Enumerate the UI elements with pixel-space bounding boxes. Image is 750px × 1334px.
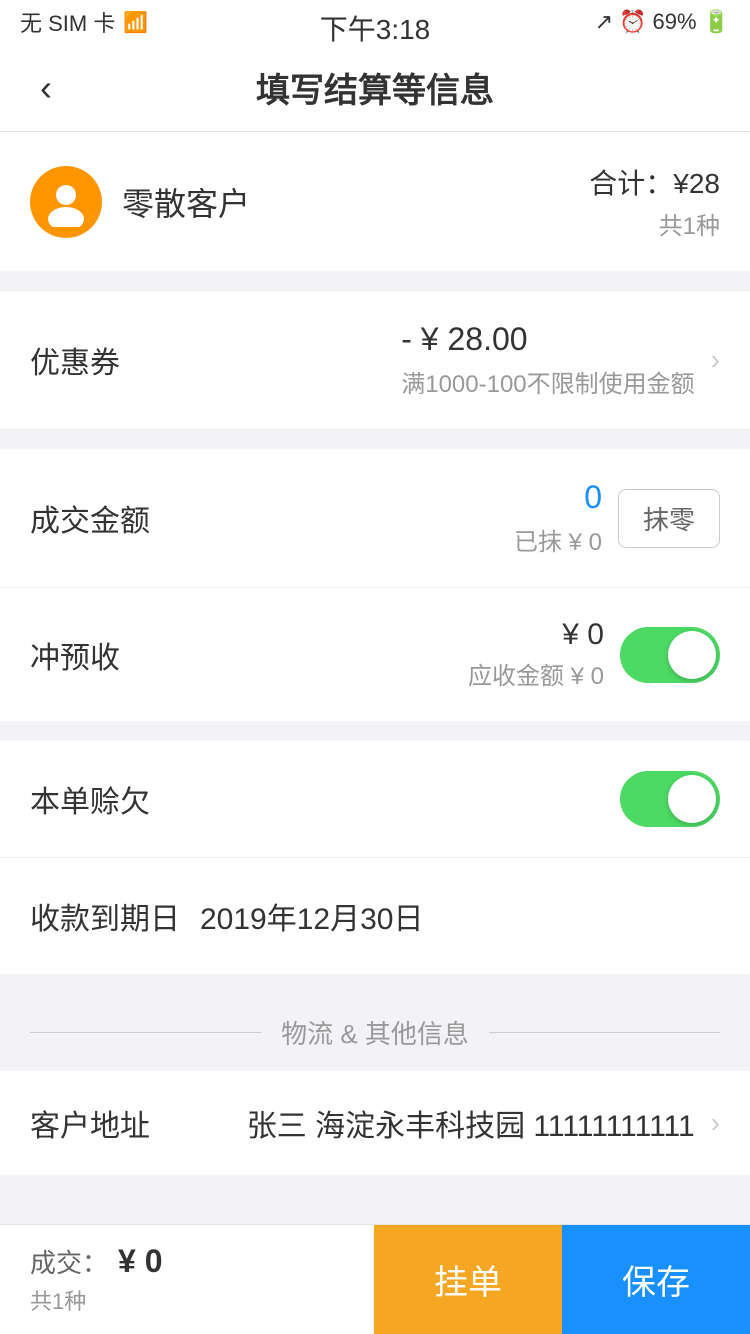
prepayment-toggle-slider — [620, 627, 720, 683]
amount-section: 成交金额 0 已抹 ¥ 0 抹零 冲预收 ¥ 0 应收金额 ¥ 0 — [0, 449, 750, 721]
battery-icon: 🔋 — [703, 9, 730, 35]
coupon-section: 优惠券 - ¥ 28.00 满1000-100不限制使用金额 › — [0, 291, 750, 429]
deal-amount-row: 成交金额 0 已抹 ¥ 0 抹零 — [0, 449, 750, 588]
battery-level: 69% — [653, 9, 697, 35]
deal-amount-value[interactable]: 0 — [584, 479, 602, 515]
customer-row: 零散客户 合计：¥28 共1种 — [0, 132, 750, 271]
customer-summary: 合计：¥28 共1种 — [589, 162, 720, 241]
status-time: 下午3:18 — [320, 8, 431, 48]
customer-name: 零散客户 — [122, 179, 250, 225]
deal-amount-right: 0 已抹 ¥ 0 抹零 — [514, 479, 720, 557]
debt-toggle-slider — [620, 771, 720, 827]
debt-section: 本单赊欠 收款到期日 2019年12月30日 — [0, 741, 750, 974]
address-chevron-icon: › — [711, 1107, 720, 1139]
chevron-right-icon: › — [711, 344, 720, 376]
status-left: 无 SIM 卡 📶 — [20, 6, 148, 38]
address-row[interactable]: 客户地址 张三 海淀永丰科技园 11111111111 › — [0, 1071, 750, 1175]
address-section: 客户地址 张三 海淀永丰科技园 11111111111 › — [0, 1071, 750, 1175]
deal-amount-label: 成交金额 — [30, 496, 150, 540]
header-line-left — [30, 1032, 261, 1033]
debt-toggle[interactable] — [620, 771, 720, 827]
avatar-icon — [41, 177, 91, 227]
save-button[interactable]: 保存 — [562, 1225, 750, 1334]
bottom-bar: 成交： ¥ 0 共1种 挂单 保存 — [0, 1224, 750, 1334]
bottom-deal-row: 成交： ¥ 0 — [30, 1243, 344, 1280]
due-date-value: 2019年12月30日 — [200, 894, 423, 938]
logistics-section-header: 物流 & 其他信息 — [0, 994, 750, 1071]
address-label: 客户地址 — [30, 1101, 150, 1145]
round-zero-button[interactable]: 抹零 — [618, 489, 720, 548]
total-count: 共1种 — [589, 206, 720, 241]
bottom-count: 共1种 — [30, 1284, 344, 1316]
deal-amount-value-block: 0 已抹 ¥ 0 — [514, 479, 602, 557]
prepayment-sub-value: 应收金额 ¥ 0 — [468, 656, 604, 691]
address-right: 张三 海淀永丰科技园 11111111111 › — [247, 1101, 720, 1145]
bottom-info: 成交： ¥ 0 共1种 — [0, 1243, 374, 1316]
coupon-row[interactable]: 优惠券 - ¥ 28.00 满1000-100不限制使用金额 › — [0, 291, 750, 429]
due-date-row[interactable]: 收款到期日 2019年12月30日 — [0, 858, 750, 974]
sim-status: 无 SIM 卡 — [20, 6, 115, 38]
coupon-right: - ¥ 28.00 满1000-100不限制使用金额 › — [401, 321, 720, 399]
content-area: 零散客户 合计：¥28 共1种 优惠券 - ¥ 28.00 满1000-100不… — [0, 132, 750, 1315]
prepayment-main-value: ¥ 0 — [468, 618, 604, 652]
coupon-value-block: - ¥ 28.00 满1000-100不限制使用金额 — [401, 321, 694, 399]
hold-button[interactable]: 挂单 — [374, 1225, 562, 1334]
debt-label: 本单赊欠 — [30, 777, 150, 821]
alarm-icon: ⏰ — [619, 9, 646, 35]
prepayment-right: ¥ 0 应收金额 ¥ 0 — [468, 618, 720, 691]
prepayment-value-block: ¥ 0 应收金额 ¥ 0 — [468, 618, 604, 691]
address-value: 张三 海淀永丰科技园 11111111111 — [247, 1101, 695, 1145]
status-right: ↗ ⏰ 69% 🔋 — [595, 9, 730, 35]
debt-right — [620, 771, 720, 827]
prepayment-row: 冲预收 ¥ 0 应收金额 ¥ 0 — [0, 588, 750, 721]
logistics-label: 物流 & 其他信息 — [261, 1014, 489, 1051]
coupon-sub: 满1000-100不限制使用金额 — [401, 364, 694, 399]
debt-row: 本单赊欠 — [0, 741, 750, 858]
status-bar: 无 SIM 卡 📶 下午3:18 ↗ ⏰ 69% 🔋 — [0, 0, 750, 44]
coupon-value: - ¥ 28.00 — [401, 321, 694, 358]
prepayment-toggle[interactable] — [620, 627, 720, 683]
deal-amount-sub: 已抹 ¥ 0 — [514, 522, 602, 557]
back-button[interactable]: ‹ — [30, 57, 62, 119]
total-amount: 合计：¥28 — [589, 162, 720, 202]
header-line-right — [489, 1032, 720, 1033]
prepayment-label: 冲预收 — [30, 633, 120, 677]
location-icon: ↗ — [595, 9, 613, 35]
coupon-label: 优惠券 — [30, 338, 120, 382]
customer-avatar — [30, 166, 102, 238]
bottom-actions: 挂单 保存 — [374, 1225, 750, 1334]
due-date-label: 收款到期日 — [30, 894, 180, 938]
customer-left: 零散客户 — [30, 166, 250, 238]
page-title: 填写结算等信息 — [256, 63, 494, 112]
bottom-deal-label: 成交： — [30, 1243, 108, 1280]
nav-bar: ‹ 填写结算等信息 — [0, 44, 750, 132]
wifi-icon: 📶 — [123, 10, 148, 35]
bottom-deal-value: ¥ 0 — [118, 1243, 162, 1280]
